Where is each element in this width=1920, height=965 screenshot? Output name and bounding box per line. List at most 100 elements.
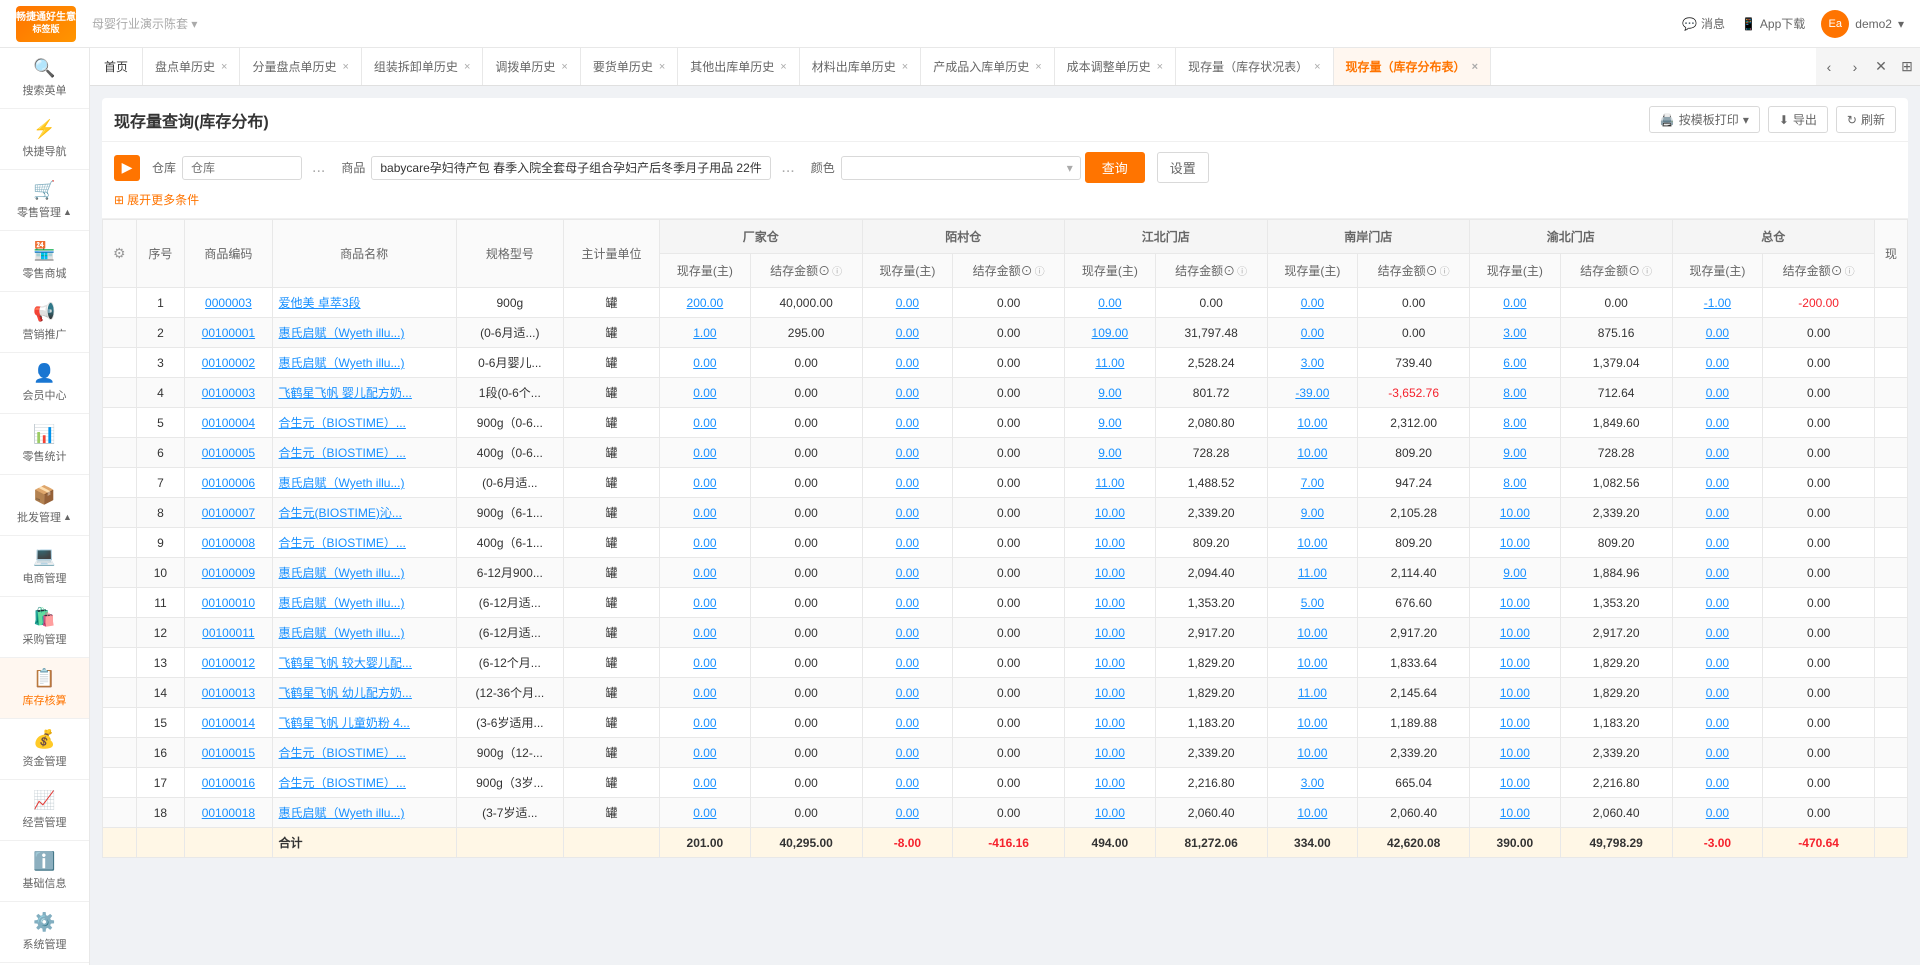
row-1-w3-qty[interactable]: 0.00 <box>1267 318 1358 348</box>
row-12-w3-qty[interactable]: 10.00 <box>1267 648 1358 678</box>
tab-item-6[interactable]: 材料出库单历史× <box>800 48 921 86</box>
row-9-w0-qty[interactable]: 0.00 <box>660 558 751 588</box>
row-16-w1-qty[interactable]: 0.00 <box>862 768 953 798</box>
row-9-w3-qty[interactable]: 11.00 <box>1267 558 1358 588</box>
row-5-w3-qty[interactable]: 10.00 <box>1267 438 1358 468</box>
query-button[interactable]: 查询 <box>1085 152 1145 183</box>
sidebar-item-1[interactable]: ⚡ 快捷导航 <box>0 109 89 170</box>
row-17-w4-qty[interactable]: 10.00 <box>1470 798 1561 828</box>
row-name-0[interactable]: 爱他美 卓萃3段 <box>272 288 456 318</box>
row-name-13[interactable]: 飞鹤星飞帆 幼儿配方奶... <box>272 678 456 708</box>
row-15-w2-qty[interactable]: 10.00 <box>1065 738 1156 768</box>
row-5-w1-qty[interactable]: 0.00 <box>862 438 953 468</box>
sidebar-item-10[interactable]: 📋 库存核算 <box>0 658 89 719</box>
tab-close-btn-5[interactable]: × <box>780 61 786 73</box>
sidebar-item-12[interactable]: 📈 经营管理 <box>0 780 89 841</box>
expand-btn[interactable]: ⊞ 展开更多条件 <box>114 191 199 208</box>
tab-item-2[interactable]: 组装拆卸单历史× <box>362 48 483 86</box>
row-name-4[interactable]: 合生元（BIOSTIME）... <box>272 408 456 438</box>
tab-close-btn-0[interactable]: × <box>221 61 227 73</box>
row-17-w1-qty[interactable]: 0.00 <box>862 798 953 828</box>
row-3-w1-qty[interactable]: 0.00 <box>862 378 953 408</box>
tab-close-btn-7[interactable]: × <box>1035 61 1041 73</box>
tab-close-all[interactable]: ✕ <box>1868 48 1894 86</box>
goods-dots[interactable]: ... <box>777 159 798 177</box>
row-9-w1-qty[interactable]: 0.00 <box>862 558 953 588</box>
gear-icon[interactable]: ⚙ <box>113 245 126 261</box>
row-4-w0-qty[interactable]: 0.00 <box>660 408 751 438</box>
sidebar-item-8[interactable]: 💻 电商管理 <box>0 536 89 597</box>
row-name-11[interactable]: 惠氏启赋（Wyeth illu...) <box>272 618 456 648</box>
color-dropdown-arrow[interactable]: ▾ <box>1067 161 1073 175</box>
row-15-w4-qty[interactable]: 10.00 <box>1470 738 1561 768</box>
sidebar-item-13[interactable]: ℹ️ 基础信息 <box>0 841 89 902</box>
row-6-w4-qty[interactable]: 8.00 <box>1470 468 1561 498</box>
tab-item-3[interactable]: 调拨单历史× <box>483 48 580 86</box>
row-14-w1-qty[interactable]: 0.00 <box>862 708 953 738</box>
row-name-5[interactable]: 合生元（BIOSTIME）... <box>272 438 456 468</box>
color-input[interactable] <box>841 156 1081 180</box>
row-16-w4-qty[interactable]: 10.00 <box>1470 768 1561 798</box>
row-0-w4-qty[interactable]: 0.00 <box>1470 288 1561 318</box>
tab-nav-prev[interactable]: ‹ <box>1816 48 1842 86</box>
row-name-17[interactable]: 惠氏启赋（Wyeth illu...) <box>272 798 456 828</box>
row-16-w0-qty[interactable]: 0.00 <box>660 768 751 798</box>
sidebar-item-11[interactable]: 💰 资金管理 <box>0 719 89 780</box>
sidebar-item-7[interactable]: 📦 批发管理 ▲ <box>0 475 89 536</box>
row-17-w2-qty[interactable]: 10.00 <box>1065 798 1156 828</box>
warehouse-dots[interactable]: ... <box>308 159 329 177</box>
sidebar-item-9[interactable]: 🛍️ 采购管理 <box>0 597 89 658</box>
row-5-w5-qty[interactable]: 0.00 <box>1672 438 1763 468</box>
row-0-w1-qty[interactable]: 0.00 <box>862 288 953 318</box>
row-code-1[interactable]: 00100001 <box>185 318 272 348</box>
row-10-w4-qty[interactable]: 10.00 <box>1470 588 1561 618</box>
row-code-9[interactable]: 00100009 <box>185 558 272 588</box>
row-0-w3-qty[interactable]: 0.00 <box>1267 288 1358 318</box>
row-name-3[interactable]: 飞鹤星飞帆 婴儿配方奶... <box>272 378 456 408</box>
row-code-15[interactable]: 00100015 <box>185 738 272 768</box>
row-17-w0-qty[interactable]: 0.00 <box>660 798 751 828</box>
sidebar-item-4[interactable]: 📢 营销推广 <box>0 292 89 353</box>
row-4-w3-qty[interactable]: 10.00 <box>1267 408 1358 438</box>
tab-item-5[interactable]: 其他出库单历史× <box>678 48 799 86</box>
row-9-w2-qty[interactable]: 10.00 <box>1065 558 1156 588</box>
tab-item-1[interactable]: 分量盘点单历史× <box>240 48 361 86</box>
row-4-w5-qty[interactable]: 0.00 <box>1672 408 1763 438</box>
row-name-9[interactable]: 惠氏启赋（Wyeth illu...) <box>272 558 456 588</box>
tab-home[interactable]: 首页 <box>90 48 143 86</box>
row-2-w0-qty[interactable]: 0.00 <box>660 348 751 378</box>
row-code-16[interactable]: 00100016 <box>185 768 272 798</box>
row-code-4[interactable]: 00100004 <box>185 408 272 438</box>
refresh-button[interactable]: ↻ 刷新 <box>1836 106 1896 133</box>
tab-close-btn-6[interactable]: × <box>902 61 908 73</box>
row-13-w5-qty[interactable]: 0.00 <box>1672 678 1763 708</box>
row-10-w2-qty[interactable]: 10.00 <box>1065 588 1156 618</box>
row-13-w4-qty[interactable]: 10.00 <box>1470 678 1561 708</box>
row-9-w5-qty[interactable]: 0.00 <box>1672 558 1763 588</box>
row-11-w0-qty[interactable]: 0.00 <box>660 618 751 648</box>
row-15-w5-qty[interactable]: 0.00 <box>1672 738 1763 768</box>
row-code-12[interactable]: 00100012 <box>185 648 272 678</box>
row-11-w4-qty[interactable]: 10.00 <box>1470 618 1561 648</box>
row-name-8[interactable]: 合生元（BIOSTIME）... <box>272 528 456 558</box>
row-3-w5-qty[interactable]: 0.00 <box>1672 378 1763 408</box>
row-5-w2-qty[interactable]: 9.00 <box>1065 438 1156 468</box>
row-12-w2-qty[interactable]: 10.00 <box>1065 648 1156 678</box>
row-16-w3-qty[interactable]: 3.00 <box>1267 768 1358 798</box>
tab-close-btn-1[interactable]: × <box>342 61 348 73</box>
row-7-w0-qty[interactable]: 0.00 <box>660 498 751 528</box>
sidebar-item-2[interactable]: 🛒 零售管理 ▲ <box>0 170 89 231</box>
row-11-w2-qty[interactable]: 10.00 <box>1065 618 1156 648</box>
row-3-w0-qty[interactable]: 0.00 <box>660 378 751 408</box>
tab-close-btn-9[interactable]: × <box>1314 61 1320 73</box>
row-11-w5-qty[interactable]: 0.00 <box>1672 618 1763 648</box>
row-7-w1-qty[interactable]: 0.00 <box>862 498 953 528</box>
row-12-w1-qty[interactable]: 0.00 <box>862 648 953 678</box>
tab-close-btn-2[interactable]: × <box>464 61 470 73</box>
row-15-w3-qty[interactable]: 10.00 <box>1267 738 1358 768</box>
tab-close-btn-3[interactable]: × <box>561 61 567 73</box>
tab-expand[interactable]: ⊞ <box>1894 48 1920 86</box>
row-name-14[interactable]: 飞鹤星飞帆 儿童奶粉 4... <box>272 708 456 738</box>
row-9-w4-qty[interactable]: 9.00 <box>1470 558 1561 588</box>
row-code-2[interactable]: 00100002 <box>185 348 272 378</box>
